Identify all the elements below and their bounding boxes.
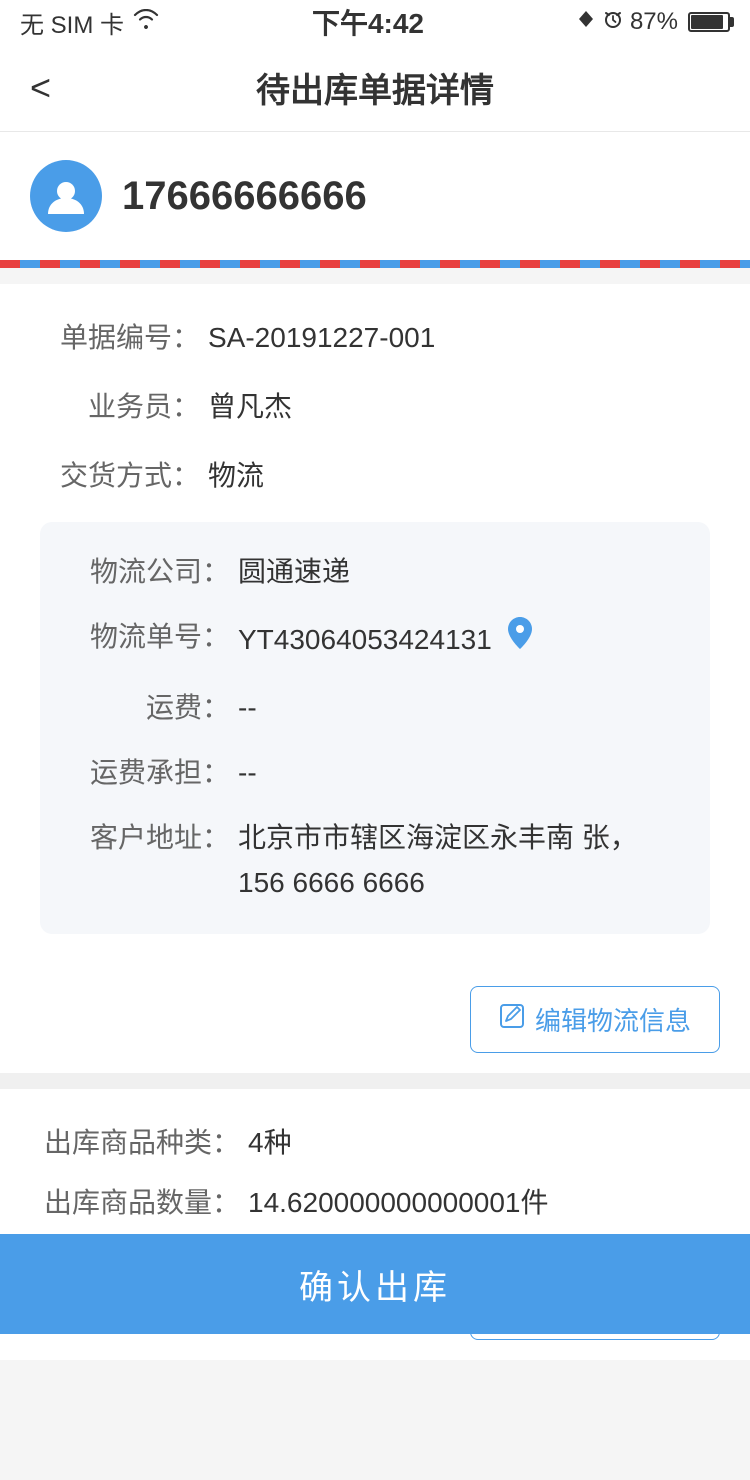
document-number-value: SA-20191227-001	[208, 316, 710, 361]
dashed-divider	[0, 260, 750, 268]
address-value: 北京市市辖区海淀区永丰南 张，156 6666 6666	[238, 816, 680, 906]
address-row: 客户地址： 北京市市辖区海淀区永丰南 张，156 6666 6666	[70, 816, 680, 906]
battery-text: 87%	[630, 8, 678, 36]
status-time: 下午4:42	[312, 2, 424, 42]
edit-logistics-row: 编辑物流信息	[0, 966, 750, 1073]
avatar	[30, 160, 102, 232]
goods-type-value: 4种	[248, 1121, 292, 1161]
status-left: 无 SIM 卡	[20, 5, 160, 40]
edit-logistics-label: 编辑物流信息	[535, 1001, 691, 1038]
confirm-button-bar[interactable]: 确认出库	[0, 1234, 750, 1334]
bottom-spacer	[0, 1360, 750, 1480]
alarm-icon	[602, 8, 624, 37]
logistics-card: 物流公司： 圆通速递 物流单号： YT43064053424131 运费： --…	[40, 522, 710, 933]
edit-icon	[499, 1003, 525, 1036]
document-number-label: 单据编号：	[40, 316, 200, 361]
back-button[interactable]: <	[30, 67, 51, 109]
section-divider-1	[0, 1073, 750, 1089]
goods-quantity-label: 出库商品数量：	[40, 1181, 240, 1221]
battery-icon	[688, 12, 730, 32]
wifi-icon	[132, 8, 160, 36]
freight-label: 运费：	[70, 686, 230, 731]
status-bar: 无 SIM 卡 下午4:42 87%	[0, 0, 750, 44]
location-icon[interactable]	[504, 615, 536, 666]
freight-bearer-label: 运费承担：	[70, 751, 230, 796]
document-info-section: 单据编号： SA-20191227-001 业务员： 曾凡杰 交货方式： 物流 …	[0, 284, 750, 966]
logistics-tracking-row: 物流单号： YT43064053424131	[70, 615, 680, 666]
goods-quantity-value: 14.620000000000001件	[248, 1181, 549, 1221]
logistics-company-label: 物流公司：	[70, 550, 230, 595]
goods-quantity-row: 出库商品数量： 14.620000000000001件	[40, 1181, 710, 1221]
status-right: 87%	[576, 8, 730, 37]
logistics-tracking-label: 物流单号：	[70, 615, 230, 660]
freight-bearer-value: --	[238, 751, 680, 796]
carrier-label: 无 SIM 卡	[20, 5, 124, 40]
document-number-row: 单据编号： SA-20191227-001	[40, 316, 710, 361]
goods-section: 出库商品种类： 4种 出库商品数量： 14.620000000000001件	[0, 1089, 750, 1253]
salesperson-label: 业务员：	[40, 385, 200, 430]
customer-phone: 17666666666	[122, 174, 367, 219]
salesperson-value: 曾凡杰	[208, 385, 710, 430]
delivery-label: 交货方式：	[40, 454, 200, 499]
freight-value: --	[238, 686, 680, 731]
gps-icon	[576, 8, 596, 36]
freight-row: 运费： --	[70, 686, 680, 731]
page-title: 待出库单据详情	[256, 63, 494, 112]
logistics-tracking-value: YT43064053424131	[238, 615, 680, 666]
delivery-row: 交货方式： 物流	[40, 454, 710, 499]
customer-header: 17666666666	[0, 132, 750, 260]
logistics-company-row: 物流公司： 圆通速递	[70, 550, 680, 595]
salesperson-row: 业务员： 曾凡杰	[40, 385, 710, 430]
logistics-company-value: 圆通速递	[238, 550, 680, 595]
edit-logistics-button[interactable]: 编辑物流信息	[470, 986, 720, 1053]
freight-bearer-row: 运费承担： --	[70, 751, 680, 796]
address-label: 客户地址：	[70, 816, 230, 861]
goods-type-label: 出库商品种类：	[40, 1121, 240, 1161]
confirm-button-label: 确认出库	[299, 1260, 451, 1309]
goods-type-row: 出库商品种类： 4种	[40, 1121, 710, 1161]
delivery-value: 物流	[208, 454, 710, 499]
nav-bar: < 待出库单据详情	[0, 44, 750, 132]
